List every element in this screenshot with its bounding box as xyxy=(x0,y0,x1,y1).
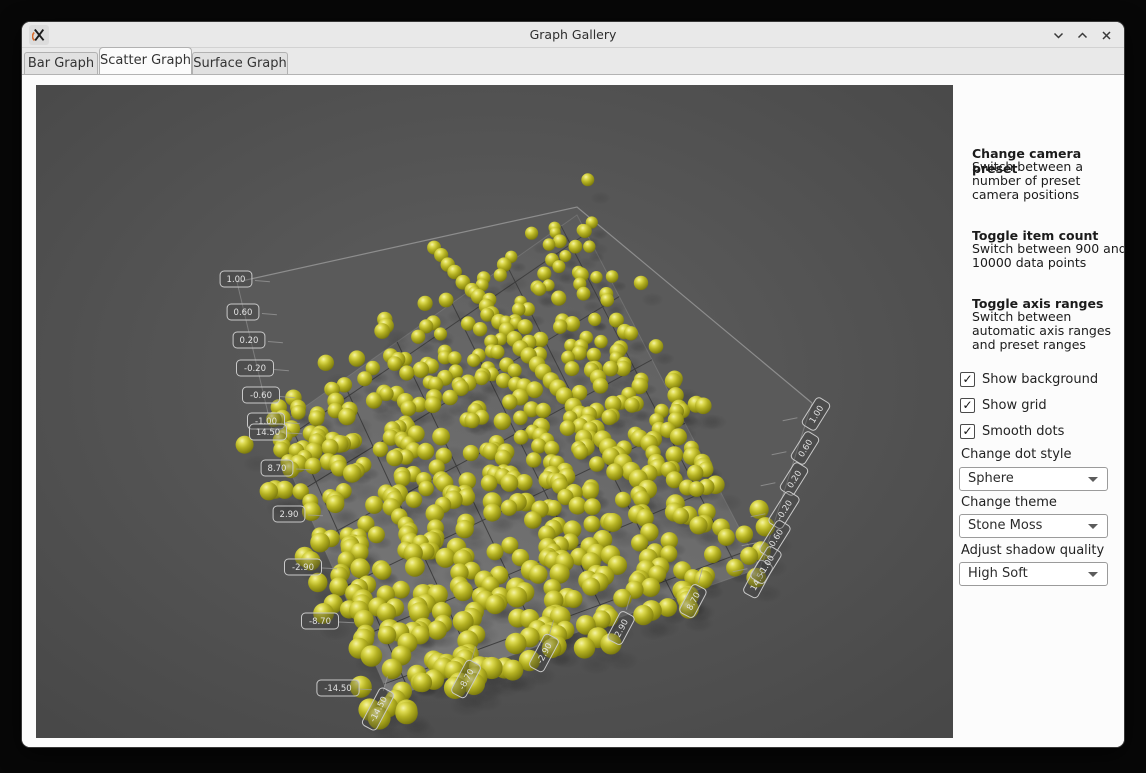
label-change-dot-style: Change dot style xyxy=(961,447,1072,462)
section-desc-camera-preset: Switch between a number of preset camera… xyxy=(972,159,1083,202)
label-adjust-shadow-quality: Adjust shadow quality xyxy=(961,543,1105,558)
chevron-down-icon xyxy=(1088,524,1098,529)
tab-surface-graph[interactable]: Surface Graph xyxy=(192,52,288,74)
dropdown-value: Stone Moss xyxy=(968,518,1043,533)
label-change-theme: Change theme xyxy=(961,495,1057,510)
checkbox-box[interactable]: ✓ xyxy=(960,371,975,387)
checkbox-box[interactable]: ✓ xyxy=(960,423,975,439)
maximize-button[interactable] xyxy=(1075,28,1090,43)
checkbox-label: Smooth dots xyxy=(982,423,1065,439)
title-bar: Graph Gallery xyxy=(22,22,1124,48)
svg-text:0.20: 0.20 xyxy=(240,336,259,346)
axis-tick-label: 14.50 xyxy=(249,423,287,441)
svg-text:-2.90: -2.90 xyxy=(292,563,314,573)
svg-text:-14.50: -14.50 xyxy=(324,684,351,694)
svg-text:-0.20: -0.20 xyxy=(244,364,266,374)
app-window: Graph Gallery Bar Graph Scatter Graph Su… xyxy=(22,22,1124,747)
checkbox-smooth-dots[interactable]: ✓ Smooth dots xyxy=(960,423,1064,439)
axis-tick-label: -14.50 xyxy=(316,679,360,697)
svg-text:0.60: 0.60 xyxy=(234,308,253,318)
window-controls xyxy=(1051,22,1114,48)
checkmark-icon: ✓ xyxy=(962,372,973,386)
axis-tick-label: 0.20 xyxy=(232,331,266,349)
tab-bar-graph[interactable]: Bar Graph xyxy=(24,52,98,74)
svg-text:14.50: 14.50 xyxy=(256,428,280,438)
checkbox-box[interactable]: ✓ xyxy=(960,397,975,413)
svg-text:-8.70: -8.70 xyxy=(309,617,331,627)
scatter-3d-view[interactable]: 1.00 0.60 0.20 -0.20 -0.60 -1.00 14.50 8.70 2.90… xyxy=(36,85,953,738)
close-button[interactable] xyxy=(1099,28,1114,43)
section-desc-axis-ranges: Switch between automatic axis ranges and… xyxy=(972,309,1112,352)
chevron-down-icon xyxy=(1088,477,1098,482)
tab-scatter-graph[interactable]: Scatter Graph xyxy=(99,47,192,74)
axis-tick-label: 8.70 xyxy=(260,459,294,477)
minimize-button[interactable] xyxy=(1051,28,1066,43)
tab-bar: Bar Graph Scatter Graph Surface Graph xyxy=(22,47,1124,75)
axis-tick-label: -0.60 xyxy=(242,386,280,404)
section-desc-item-count: Switch between 900 and 10000 data points xyxy=(972,241,1124,270)
axis-tick-label: 1.00 xyxy=(219,270,253,288)
checkbox-label: Show grid xyxy=(982,397,1047,413)
checkbox-show-background[interactable]: ✓ Show background xyxy=(960,371,1098,387)
dropdown-shadow-quality[interactable]: High Soft xyxy=(959,562,1108,586)
svg-text:-0.60: -0.60 xyxy=(250,391,272,401)
dropdown-dot-style[interactable]: Sphere xyxy=(959,467,1108,491)
dropdown-value: High Soft xyxy=(968,566,1028,581)
close-icon xyxy=(1102,30,1111,40)
axis-tick-label: 0.60 xyxy=(226,303,260,321)
dropdown-value: Sphere xyxy=(968,471,1014,486)
axis-tick-label: 2.90 xyxy=(272,505,306,523)
svg-text:1.00: 1.00 xyxy=(227,275,246,285)
window-title: Graph Gallery xyxy=(529,27,617,42)
svg-text:8.70: 8.70 xyxy=(268,464,287,474)
chevron-down-icon xyxy=(1088,572,1098,577)
tab-page: 1.00 0.60 0.20 -0.20 -0.60 -1.00 14.50 8.70 2.90… xyxy=(22,75,1124,747)
checkmark-icon: ✓ xyxy=(962,398,973,412)
axis-tick-label: -0.20 xyxy=(236,359,274,377)
checkmark-icon: ✓ xyxy=(962,424,973,438)
checkbox-show-grid[interactable]: ✓ Show grid xyxy=(960,397,1047,413)
checkbox-label: Show background xyxy=(982,371,1099,387)
svg-text:2.90: 2.90 xyxy=(280,510,299,520)
dropdown-theme[interactable]: Stone Moss xyxy=(959,514,1108,538)
chevron-down-icon xyxy=(1053,32,1064,39)
axis-tick-label: -8.70 xyxy=(301,612,339,630)
chevron-up-icon xyxy=(1077,31,1088,38)
axis-tick-label: -2.90 xyxy=(284,558,322,576)
